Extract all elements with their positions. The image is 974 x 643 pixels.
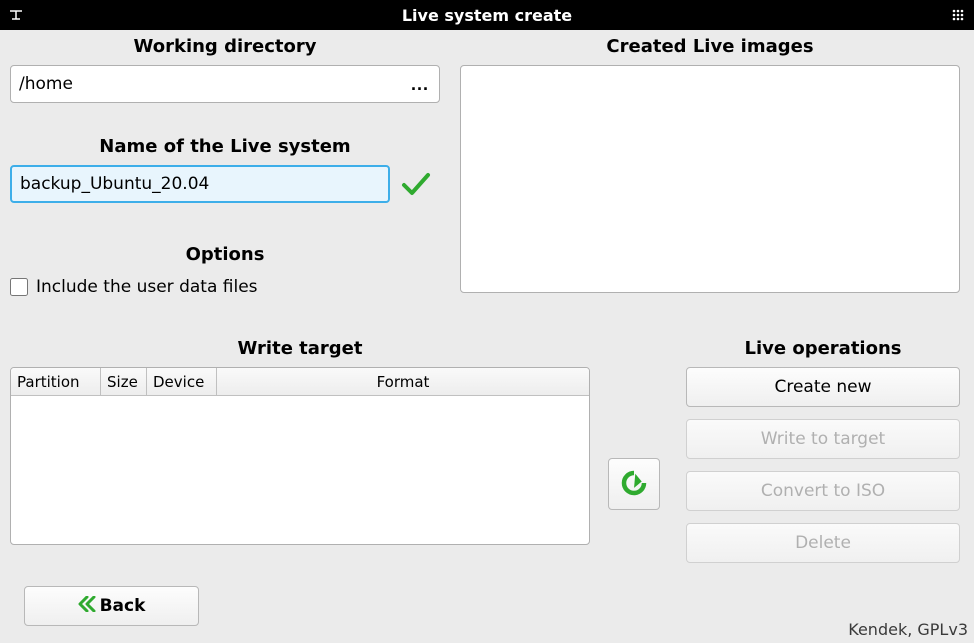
write-target-label: Write target [10, 338, 590, 359]
include-user-data-row[interactable]: Include the user data files [10, 277, 440, 297]
working-directory-label: Working directory [10, 36, 440, 57]
column-size[interactable]: Size [101, 368, 147, 395]
delete-button: Delete [686, 523, 960, 563]
create-new-button[interactable]: Create new [686, 367, 960, 407]
back-chevron-icon [78, 596, 96, 617]
options-label: Options [10, 244, 440, 265]
write-to-target-button: Write to target [686, 419, 960, 459]
write-target-table[interactable]: Partition Size Device Format [10, 367, 590, 545]
live-system-name-label: Name of the Live system [10, 136, 440, 157]
window-menu-icon[interactable] [8, 7, 24, 23]
convert-to-iso-button: Convert to ISO [686, 471, 960, 511]
column-partition[interactable]: Partition [11, 368, 101, 395]
working-directory-input[interactable] [10, 65, 440, 103]
browse-button[interactable]: ... [400, 65, 440, 103]
table-header: Partition Size Device Format [11, 368, 589, 396]
include-user-data-checkbox[interactable] [10, 278, 28, 296]
created-images-listbox[interactable] [460, 65, 960, 293]
footer-credit: Kendek, GPLv3 [848, 620, 968, 639]
window-title: Live system create [0, 6, 974, 25]
refresh-icon [619, 468, 649, 501]
live-system-name-input[interactable] [10, 165, 390, 203]
window-titlebar: Live system create [0, 0, 974, 30]
column-device[interactable]: Device [147, 368, 217, 395]
created-images-label: Created Live images [460, 36, 960, 57]
include-user-data-label: Include the user data files [36, 277, 258, 297]
column-format[interactable]: Format [217, 368, 589, 395]
live-operations-label: Live operations [686, 338, 960, 359]
back-button[interactable]: Back [24, 586, 199, 626]
refresh-button[interactable] [608, 458, 660, 510]
window-grid-icon[interactable] [950, 7, 966, 23]
valid-checkmark-icon [398, 166, 434, 202]
back-button-label: Back [100, 596, 146, 616]
